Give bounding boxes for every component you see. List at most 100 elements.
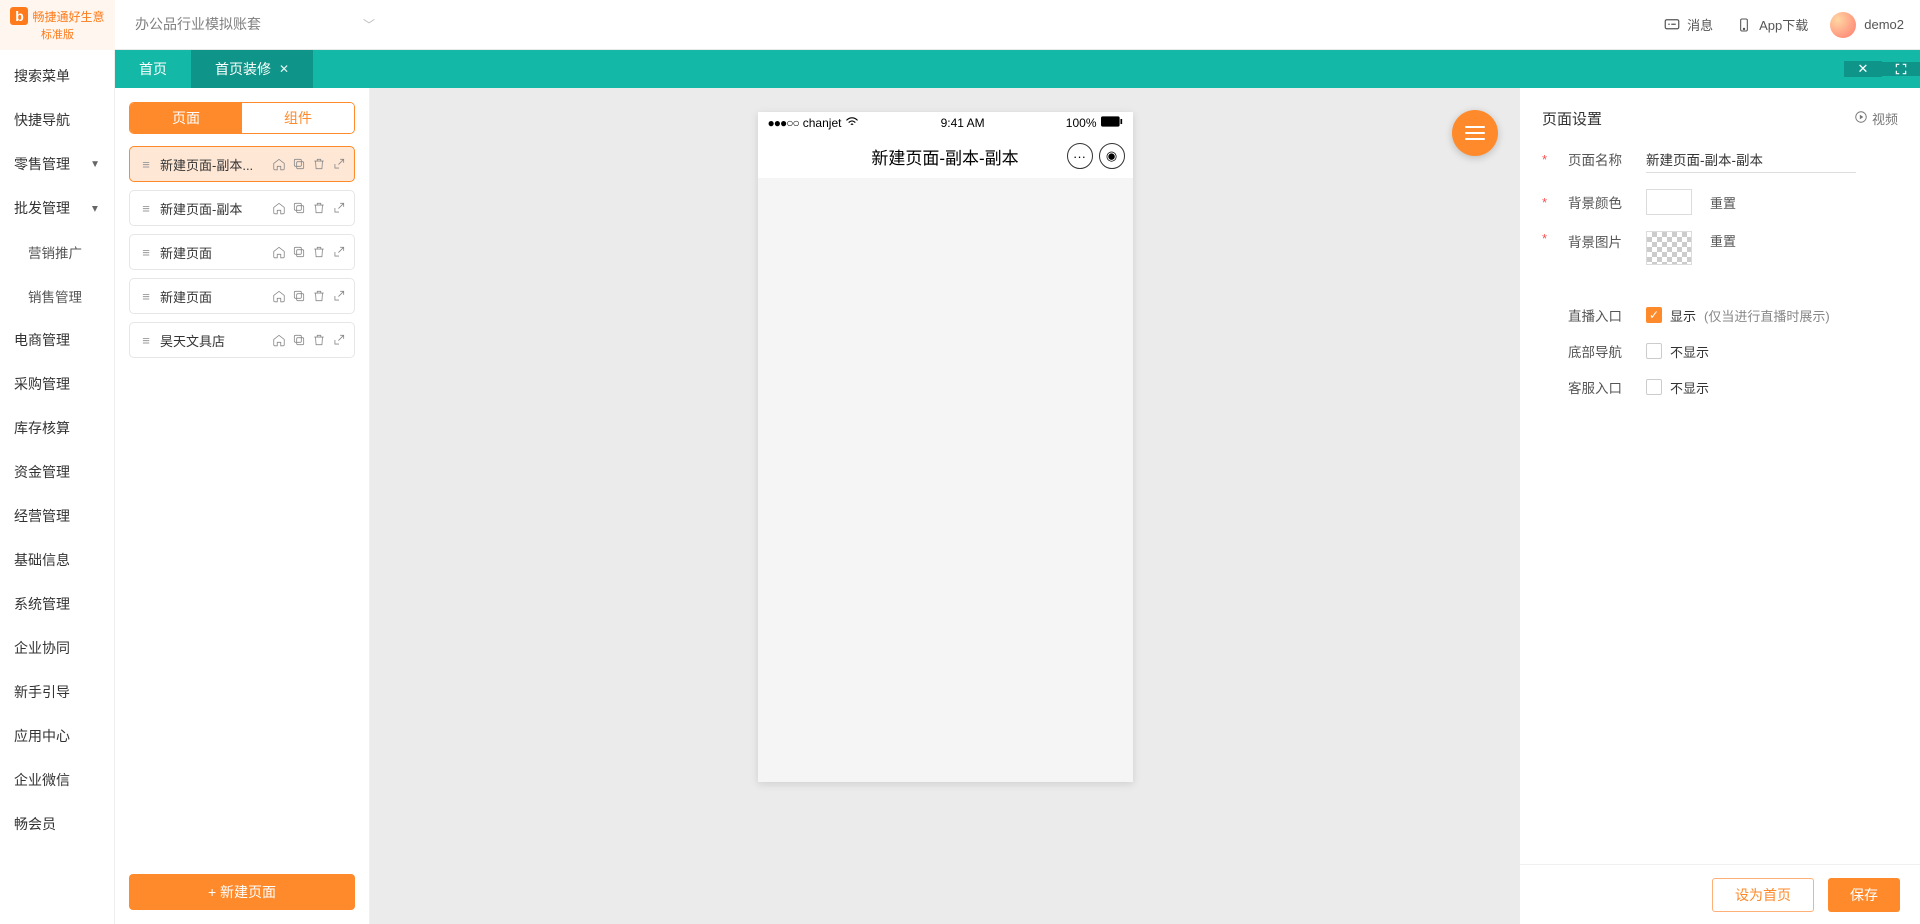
sidebar-item-label: 零售管理: [14, 154, 70, 174]
sidebar-item-sales[interactable]: 销售管理: [0, 274, 114, 318]
delete-icon[interactable]: [312, 157, 326, 171]
drag-handle-icon[interactable]: ≡: [138, 333, 154, 348]
sidebar-item-basic-info[interactable]: 基础信息: [0, 538, 114, 582]
close-icon[interactable]: ✕: [279, 62, 289, 76]
phone-status-bar: ●●●○○ chanjet 9:41 AM 100%: [758, 112, 1133, 134]
settings-title: 页面设置: [1542, 108, 1602, 129]
checkbox-label: 不显示: [1670, 378, 1709, 397]
share-icon[interactable]: [332, 289, 346, 303]
username: demo2: [1864, 17, 1904, 32]
delete-icon[interactable]: [312, 333, 326, 347]
set-home-button[interactable]: 设为首页: [1712, 878, 1814, 912]
home-icon[interactable]: [272, 289, 286, 303]
copy-icon[interactable]: [292, 289, 306, 303]
target-icon[interactable]: ◉: [1099, 143, 1125, 169]
copy-icon[interactable]: [292, 157, 306, 171]
cs-entry-checkbox[interactable]: [1646, 379, 1662, 395]
sidebar-item-member[interactable]: 畅会员: [0, 802, 114, 846]
sidebar-item-system[interactable]: 系统管理: [0, 582, 114, 626]
share-icon[interactable]: [332, 201, 346, 215]
sidebar-item-collab[interactable]: 企业协同: [0, 626, 114, 670]
drag-handle-icon[interactable]: ≡: [138, 157, 154, 172]
phone-title-bar: 新建页面-副本-副本 ··· ◉: [758, 134, 1133, 178]
account-select[interactable]: 办公品行业模拟账套 ﹀: [135, 10, 375, 40]
logo[interactable]: b 畅捷通好生意 标准版: [0, 0, 115, 50]
home-icon[interactable]: [272, 245, 286, 259]
share-icon[interactable]: [332, 157, 346, 171]
drag-handle-icon[interactable]: ≡: [138, 245, 154, 260]
page-item[interactable]: ≡ 新建页面-副本...: [129, 146, 355, 182]
checkbox-label: 不显示: [1670, 342, 1709, 361]
pages-tab-component[interactable]: 组件: [242, 103, 354, 133]
sidebar-item-guide[interactable]: 新手引导: [0, 670, 114, 714]
delete-icon[interactable]: [312, 201, 326, 215]
home-icon[interactable]: [272, 157, 286, 171]
sidebar-item-quick-nav[interactable]: 快捷导航: [0, 98, 114, 142]
sidebar: 搜索菜单 快捷导航 零售管理▼ 批发管理▲ 营销推广 销售管理 电商管理 采购管…: [0, 50, 115, 924]
canvas: ●●●○○ chanjet 9:41 AM 100%: [370, 88, 1520, 924]
delete-icon[interactable]: [312, 245, 326, 259]
sidebar-item-wechat[interactable]: 企业微信: [0, 758, 114, 802]
sidebar-item-retail[interactable]: 零售管理▼: [0, 142, 114, 186]
tab-label: 首页: [139, 59, 167, 79]
share-icon[interactable]: [332, 333, 346, 347]
sidebar-item-marketing[interactable]: 营销推广: [0, 230, 114, 274]
page-item[interactable]: ≡ 昊天文具店: [129, 322, 355, 358]
page-name-input[interactable]: [1646, 145, 1856, 173]
home-icon[interactable]: [272, 333, 286, 347]
fullscreen-button[interactable]: [1882, 62, 1920, 76]
tab-label: 首页装修: [215, 59, 271, 79]
caret-up-icon: ▲: [90, 203, 100, 214]
sidebar-item-wholesale[interactable]: 批发管理▲: [0, 186, 114, 230]
video-link[interactable]: 视频: [1854, 109, 1898, 128]
reset-bg-color-button[interactable]: 重置: [1710, 193, 1736, 212]
page-item-name: 新建页面: [160, 243, 266, 262]
sidebar-item-purchase[interactable]: 采购管理: [0, 362, 114, 406]
save-button[interactable]: 保存: [1828, 878, 1900, 912]
fab-menu-button[interactable]: [1452, 110, 1498, 156]
copy-icon[interactable]: [292, 245, 306, 259]
new-page-button[interactable]: + 新建页面: [129, 874, 355, 910]
bg-color-swatch[interactable]: [1646, 189, 1692, 215]
page-item[interactable]: ≡ 新建页面: [129, 234, 355, 270]
battery-icon: [1101, 116, 1123, 130]
page-item-name: 新建页面-副本: [160, 199, 266, 218]
bottom-nav-checkbox[interactable]: [1646, 343, 1662, 359]
messages-link[interactable]: 消息: [1663, 15, 1713, 34]
sidebar-item-finance[interactable]: 资金管理: [0, 450, 114, 494]
phone-body[interactable]: [758, 178, 1133, 782]
top-header: b 畅捷通好生意 标准版 办公品行业模拟账套 ﹀ 消息 App下载: [0, 0, 1920, 50]
hint-text: (仅当进行直播时展示): [1704, 306, 1830, 325]
cs-entry-label: 客服入口: [1568, 377, 1628, 397]
sidebar-item-search-menu[interactable]: 搜索菜单: [0, 54, 114, 98]
sidebar-item-business[interactable]: 经营管理: [0, 494, 114, 538]
sidebar-item-ecommerce[interactable]: 电商管理: [0, 318, 114, 362]
drag-handle-icon[interactable]: ≡: [138, 201, 154, 216]
delete-icon[interactable]: [312, 289, 326, 303]
reset-bg-image-button[interactable]: 重置: [1710, 231, 1736, 250]
page-item[interactable]: ≡ 新建页面-副本: [129, 190, 355, 226]
tab-home[interactable]: 首页: [115, 50, 191, 88]
page-item[interactable]: ≡ 新建页面: [129, 278, 355, 314]
app-download-link[interactable]: App下载: [1735, 15, 1808, 34]
sidebar-item-apps[interactable]: 应用中心: [0, 714, 114, 758]
copy-icon[interactable]: [292, 333, 306, 347]
sidebar-item-label: 库存核算: [14, 418, 70, 438]
bg-image-swatch[interactable]: [1646, 231, 1692, 265]
tab-close-button[interactable]: ✕: [1844, 61, 1882, 77]
drag-handle-icon[interactable]: ≡: [138, 289, 154, 304]
share-icon[interactable]: [332, 245, 346, 259]
bg-color-label: 背景颜色: [1568, 192, 1628, 212]
user-menu[interactable]: demo2: [1830, 12, 1904, 38]
live-entry-checkbox[interactable]: ✓: [1646, 307, 1662, 323]
pages-tab-page[interactable]: 页面: [130, 103, 242, 133]
home-icon[interactable]: [272, 201, 286, 215]
tab-page-decorate[interactable]: 首页装修 ✕: [191, 50, 313, 88]
copy-icon[interactable]: [292, 201, 306, 215]
battery-label: 100%: [1066, 116, 1097, 130]
sidebar-item-label: 快捷导航: [14, 110, 70, 130]
page-item-name: 新建页面: [160, 287, 266, 306]
sidebar-item-inventory[interactable]: 库存核算: [0, 406, 114, 450]
phone-title: 新建页面-副本-副本: [871, 144, 1018, 169]
more-icon[interactable]: ···: [1067, 143, 1093, 169]
